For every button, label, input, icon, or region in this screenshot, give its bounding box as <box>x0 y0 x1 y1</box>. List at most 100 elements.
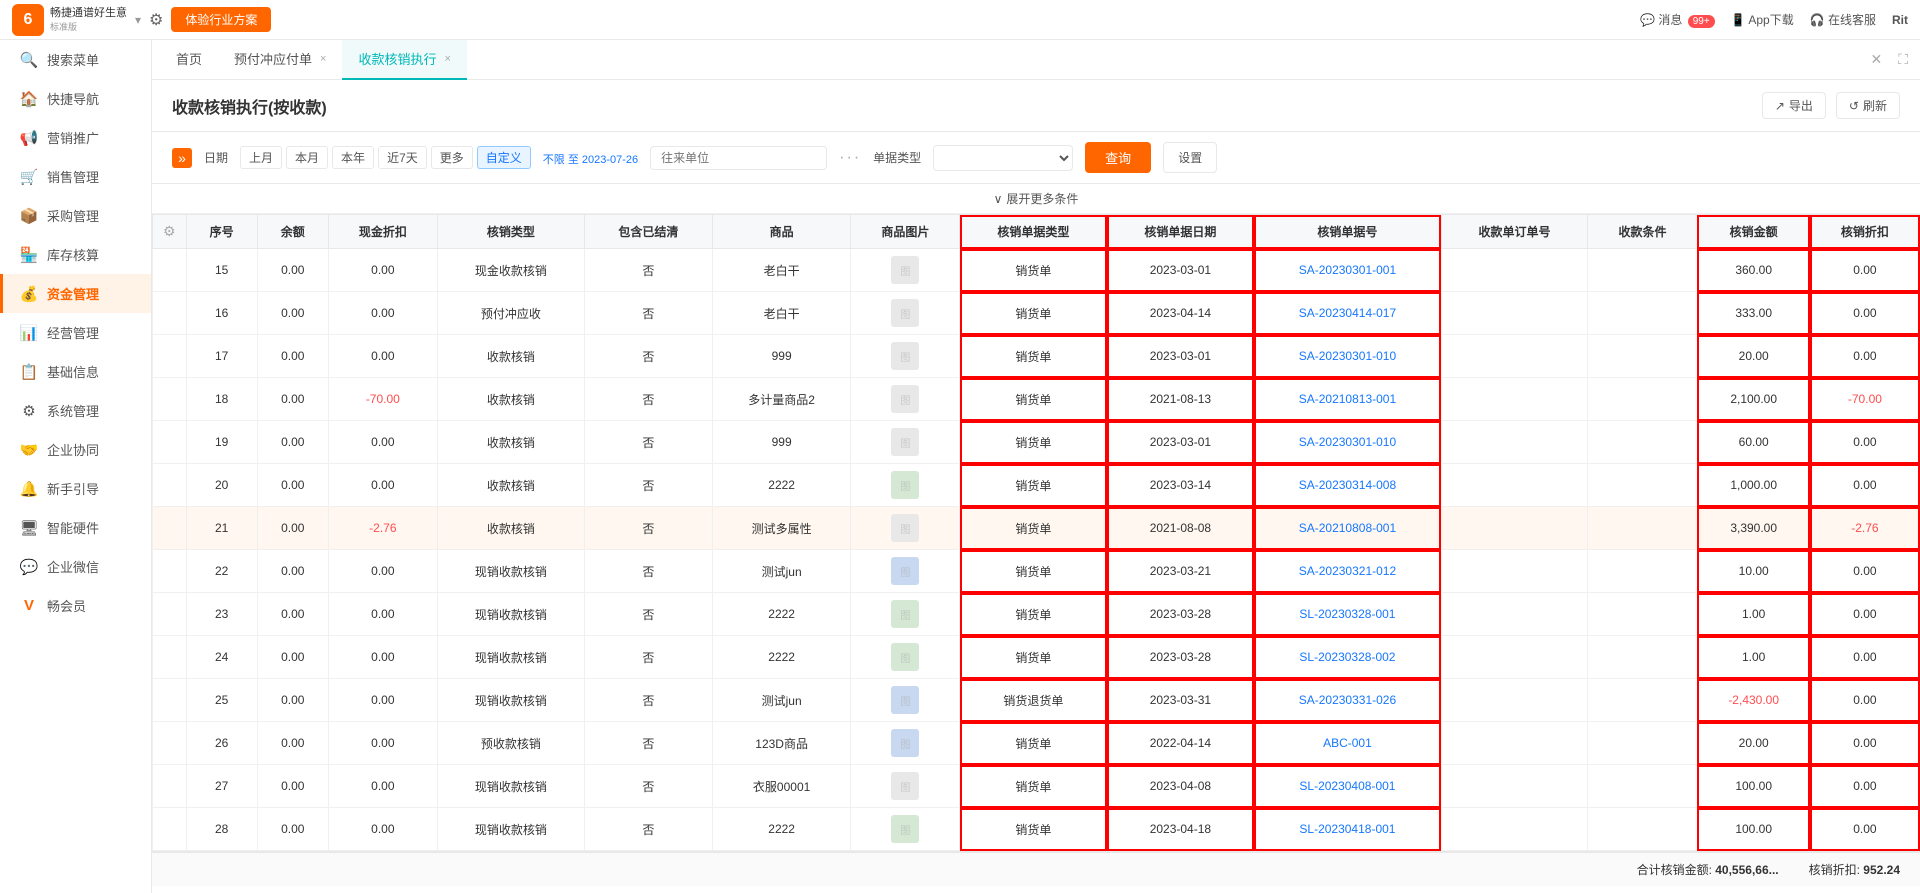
tab-expand-button[interactable]: ⛶ <box>1894 47 1912 72</box>
message-link[interactable]: 💬 消息 99+ <box>1640 11 1715 28</box>
cell-verify-date: 2023-03-21 <box>1107 550 1254 593</box>
cell-include-settled: 否 <box>584 421 712 464</box>
cell-product-img: 图 <box>851 550 960 593</box>
receipt-type-select[interactable] <box>933 145 1073 171</box>
industry-solution-button[interactable]: 体验行业方案 <box>171 7 271 32</box>
sidebar-item-inventory[interactable]: 🏪 库存核算 <box>0 235 151 274</box>
export-icon: ↗ <box>1775 99 1785 113</box>
cell-settings <box>153 636 187 679</box>
tab-close-all-button[interactable]: ✕ <box>1866 47 1886 72</box>
cell-settings <box>153 464 187 507</box>
filter-expand-button[interactable]: » <box>172 148 192 168</box>
sidebar-item-sales[interactable]: 🛒 销售管理 <box>0 157 151 196</box>
date-btn-custom[interactable]: 自定义 <box>477 146 531 169</box>
tab-receipt-verify[interactable]: 收款核销执行 × <box>342 40 466 80</box>
cell-verify-date: 2021-08-13 <box>1107 378 1254 421</box>
date-btn-more[interactable]: 更多 <box>431 146 473 169</box>
cell-balance: 0.00 <box>257 722 328 765</box>
sidebar-item-purchase[interactable]: 📦 采购管理 <box>0 196 151 235</box>
sidebar-item-finance[interactable]: 💰 资金管理 <box>0 274 151 313</box>
sidebar-item-search[interactable]: 🔍 搜索菜单 <box>0 40 151 79</box>
cell-settings <box>153 765 187 808</box>
refresh-icon: ↺ <box>1849 99 1859 113</box>
cell-include-settled: 否 <box>584 722 712 765</box>
cell-balance: 0.00 <box>257 765 328 808</box>
tab-prepay[interactable]: 预付冲应付单 × <box>218 40 342 80</box>
cell-product: 测试jun <box>712 679 851 722</box>
cell-cash-discount: -70.00 <box>328 378 437 421</box>
table-row: 20 0.00 0.00 收款核销 否 2222 图 销货单 2023-03-1… <box>153 464 1920 507</box>
cell-verify-date: 2023-03-01 <box>1107 421 1254 464</box>
cell-verify-discount: 0.00 <box>1810 292 1919 335</box>
cell-verify-bill-type: 销货单 <box>960 378 1107 421</box>
sidebar-item-quick-nav[interactable]: 🏠 快捷导航 <box>0 79 151 118</box>
cell-product-img: 图 <box>851 808 960 851</box>
sidebar-item-wechat[interactable]: 💬 企业微信 <box>0 547 151 586</box>
counterparty-input[interactable] <box>650 146 827 170</box>
cell-receipt-cond <box>1588 507 1697 550</box>
user-name[interactable]: Rit <box>1892 13 1908 27</box>
cell-verify-amount: 1,000.00 <box>1697 464 1810 507</box>
basic-info-icon: 📋 <box>19 363 39 381</box>
date-btn-this-month[interactable]: 本月 <box>286 146 328 169</box>
query-button[interactable]: 查询 <box>1085 142 1151 173</box>
logo-icon: 6 <box>12 4 44 36</box>
cell-receipt-cond <box>1588 550 1697 593</box>
expand-more-bar: ∨ 展开更多条件 <box>152 184 1920 214</box>
export-button[interactable]: ↗ 导出 <box>1762 92 1826 119</box>
cell-verify-type: 现销收款核销 <box>437 550 584 593</box>
cell-receipt-cond <box>1588 636 1697 679</box>
tab-receipt-verify-label: 收款核销执行 <box>358 49 436 68</box>
cell-balance: 0.00 <box>257 507 328 550</box>
sidebar-item-guide[interactable]: 🔔 新手引导 <box>0 469 151 508</box>
page-header-actions: ↗ 导出 ↺ 刷新 <box>1762 92 1900 119</box>
cell-settings <box>153 292 187 335</box>
date-btn-this-year[interactable]: 本年 <box>332 146 374 169</box>
sidebar-item-basic-info[interactable]: 📋 基础信息 <box>0 352 151 391</box>
tab-prepay-label: 预付冲应付单 <box>234 49 312 68</box>
sidebar-item-smart-hw[interactable]: 🖥 智能硬件 <box>0 508 151 547</box>
cell-cash-discount: 0.00 <box>328 249 437 292</box>
verify-amount-total: 合计核销金额: 40,556,66... <box>1637 861 1779 878</box>
cell-verify-bill-no: SA-20230301-001 <box>1254 249 1441 292</box>
cell-cash-discount: 0.00 <box>328 722 437 765</box>
tab-prepay-close[interactable]: × <box>320 53 326 65</box>
tab-receipt-verify-close[interactable]: × <box>444 53 450 65</box>
date-btn-last-month[interactable]: 上月 <box>240 146 282 169</box>
cell-product-img: 图 <box>851 722 960 765</box>
expand-more-button[interactable]: ∨ 展开更多条件 <box>994 190 1079 207</box>
filter-bar: » 日期 上月 本月 本年 近7天 更多 自定义 不限 至 2023-07-26… <box>152 132 1920 184</box>
sidebar-item-operations[interactable]: 📊 经营管理 <box>0 313 151 352</box>
cell-cash-discount: 0.00 <box>328 421 437 464</box>
column-settings-button[interactable]: ⚙ <box>163 223 176 240</box>
cell-verify-bill-no: SA-20230321-012 <box>1254 550 1441 593</box>
cell-receipt-order-no <box>1441 808 1588 851</box>
sidebar-item-cooperation[interactable]: 🤝 企业协同 <box>0 430 151 469</box>
cell-product: 测试jun <box>712 550 851 593</box>
cell-product: 衣服00001 <box>712 765 851 808</box>
cell-verify-bill-no: SA-20230414-017 <box>1254 292 1441 335</box>
cell-product: 测试多属性 <box>712 507 851 550</box>
table-body: 15 0.00 0.00 现金收款核销 否 老白干 图 销货单 2023-03-… <box>153 249 1920 851</box>
refresh-button[interactable]: ↺ 刷新 <box>1836 92 1900 119</box>
online-service-link[interactable]: 🎧 在线客服 <box>1810 11 1876 28</box>
cell-verify-amount: -2,430.00 <box>1697 679 1810 722</box>
cell-include-settled: 否 <box>584 636 712 679</box>
chevron-down-icon[interactable]: ▾ <box>135 13 141 27</box>
sidebar-item-marketing[interactable]: 📢 营销推广 <box>0 118 151 157</box>
cell-include-settled: 否 <box>584 765 712 808</box>
col-product: 商品 <box>712 215 851 249</box>
sidebar-item-system[interactable]: ⚙ 系统管理 <box>0 391 151 430</box>
settings-button[interactable]: 设置 <box>1163 142 1217 173</box>
cell-verify-bill-no: SL-20230418-001 <box>1254 808 1441 851</box>
app-download-link[interactable]: 📱 App下载 <box>1731 11 1794 28</box>
cell-include-settled: 否 <box>584 464 712 507</box>
purchase-icon: 📦 <box>19 207 39 225</box>
date-btn-last-7days[interactable]: 近7天 <box>378 146 427 169</box>
tab-home[interactable]: 首页 <box>160 40 218 80</box>
cell-receipt-cond <box>1588 421 1697 464</box>
cell-product-img: 图 <box>851 636 960 679</box>
gear-icon[interactable]: ⚙ <box>149 10 163 30</box>
table-footer: 合计核销金额: 40,556,66... 核销折扣: 952.24 <box>152 851 1920 886</box>
sidebar-item-member[interactable]: V 畅会员 <box>0 586 151 625</box>
